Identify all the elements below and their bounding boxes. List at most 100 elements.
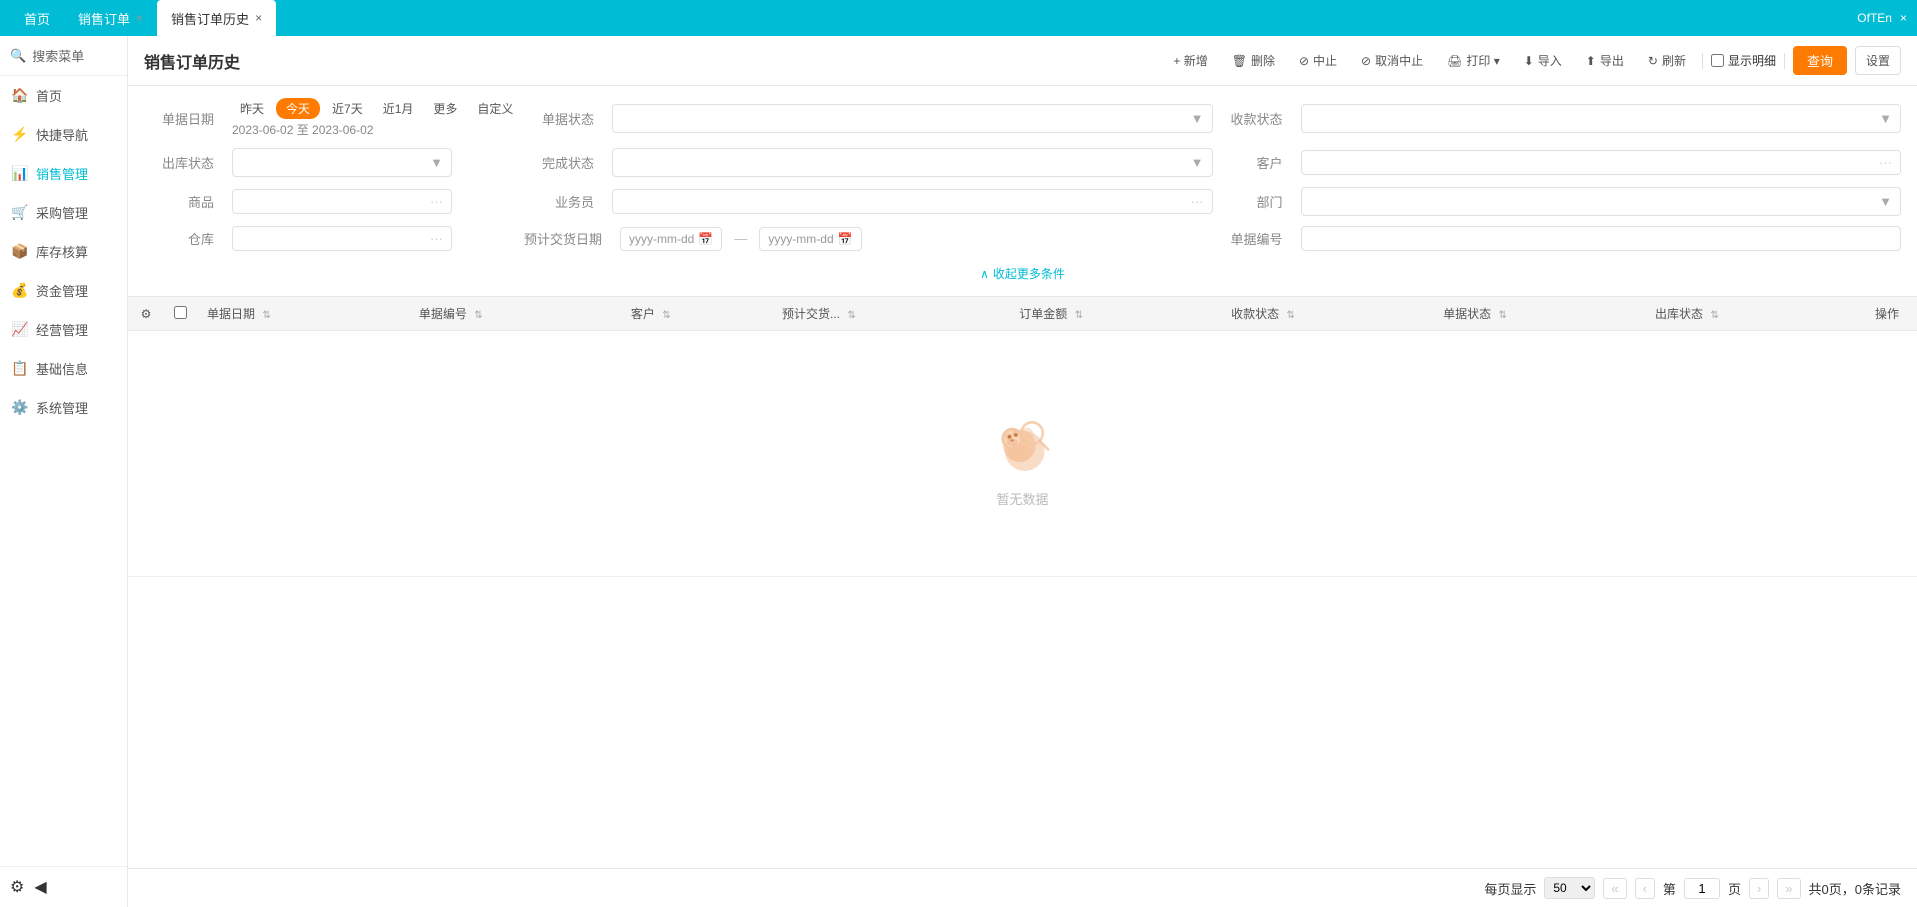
col-header-number[interactable]: 单据编号 ⇅ xyxy=(409,297,621,331)
sort-amount-icon: ⇅ xyxy=(1075,310,1083,321)
date-btn-1month[interactable]: 近1月 xyxy=(375,98,422,119)
close-tab-sales-order[interactable]: × xyxy=(136,11,143,25)
order-status-label: 单据状态 xyxy=(524,109,604,128)
table-settings-col[interactable]: ⚙ xyxy=(128,297,164,331)
expected-date-from-input[interactable]: yyyy-mm-dd 📅 xyxy=(620,227,722,251)
order-number-input[interactable] xyxy=(1301,226,1902,251)
settings-button[interactable]: 设置 xyxy=(1855,46,1901,75)
next-page-button[interactable]: › xyxy=(1749,878,1769,899)
collapse-filters-row[interactable]: ∧ 收起更多条件 xyxy=(144,261,1901,284)
export-button[interactable]: ⬆ 导出 xyxy=(1578,48,1632,73)
table-checkbox-col[interactable] xyxy=(164,297,197,331)
show-columns-checkbox[interactable] xyxy=(1711,54,1724,67)
expected-date-filter-label: 预计交货日期 xyxy=(524,229,612,248)
purchase-icon: 🛒 xyxy=(12,205,28,221)
delete-button[interactable]: 🗑 删除 xyxy=(1224,48,1283,73)
col-header-expected-date[interactable]: 预计交货... ⇅ xyxy=(772,297,1009,331)
filter-order-status-cell: 单据状态 ▼ xyxy=(524,104,1213,133)
query-button[interactable]: 查询 xyxy=(1793,46,1847,75)
completion-status-select[interactable]: ▼ xyxy=(612,148,1213,177)
order-status-select[interactable]: ▼ xyxy=(612,104,1213,133)
stop-icon: ⊘ xyxy=(1299,54,1309,68)
sidebar-item-purchase[interactable]: 🛒 采购管理 xyxy=(0,193,127,232)
print-button[interactable]: 🖨 打印 ▾ xyxy=(1439,48,1508,73)
filter-customer-cell: 客户 ··· xyxy=(1213,150,1902,175)
payment-status-arrow: ▼ xyxy=(1879,111,1892,126)
toolbar-divider2 xyxy=(1784,53,1785,69)
sidebar-collapse-icon[interactable]: ◀ xyxy=(34,877,46,897)
content-area: 销售订单历史 + 新增 🗑 删除 ⊘ 中止 ⊘ 取消中止 🖨 xyxy=(128,36,1917,907)
tab-sales-order[interactable]: 销售订单 × xyxy=(64,0,157,36)
sidebar-item-finance[interactable]: 💰 资金管理 xyxy=(0,271,127,310)
last-page-button[interactable]: » xyxy=(1777,878,1800,899)
sidebar-settings-icon[interactable]: ⚙ xyxy=(10,877,24,897)
sales-icon: 📊 xyxy=(12,166,28,182)
import-icon: ⬇ xyxy=(1524,54,1534,68)
first-page-button[interactable]: « xyxy=(1603,878,1626,899)
warehouse-filter-label: 仓库 xyxy=(144,229,224,248)
product-filter-input[interactable]: ··· xyxy=(232,189,452,214)
date-btn-7days[interactable]: 近7天 xyxy=(324,98,371,119)
payment-status-select[interactable]: ▼ xyxy=(1301,104,1902,133)
top-bar-right: OfTEn × xyxy=(1857,11,1907,25)
stop-button[interactable]: ⊘ 中止 xyxy=(1291,48,1345,73)
tab-home[interactable]: 首页 xyxy=(10,0,64,36)
filter-row-4: 仓库 ··· 预计交货日期 yyyy-mm-dd 📅 — yyyy-mm-dd xyxy=(144,226,1901,251)
finance-icon: 💰 xyxy=(12,283,28,299)
window-close-button[interactable]: × xyxy=(1900,11,1907,25)
sales-rep-filter-input[interactable]: ··· xyxy=(612,189,1213,214)
completion-status-label: 完成状态 xyxy=(524,153,604,172)
prev-page-button[interactable]: ‹ xyxy=(1635,878,1655,899)
sidebar-item-system[interactable]: ⚙️ 系统管理 xyxy=(0,388,127,427)
cancel-stop-button[interactable]: ⊘ 取消中止 xyxy=(1353,48,1431,73)
close-tab-sales-order-history[interactable]: × xyxy=(255,11,262,25)
quick-nav-icon: ⚡ xyxy=(12,127,28,143)
new-button[interactable]: + 新增 xyxy=(1165,48,1215,73)
per-page-label: 每页显示 xyxy=(1484,879,1536,898)
page-number-input[interactable] xyxy=(1684,878,1720,899)
toolbar: + 新增 🗑 删除 ⊘ 中止 ⊘ 取消中止 🖨 打印 ▾ xyxy=(1165,46,1901,75)
refresh-button[interactable]: ↻ 刷新 xyxy=(1640,48,1694,73)
date-btn-yesterday[interactable]: 昨天 xyxy=(232,98,272,119)
empty-illustration xyxy=(978,399,1068,489)
system-icon: ⚙️ xyxy=(12,400,28,416)
calendar-icon-from: 📅 xyxy=(698,232,713,246)
sidebar-item-basic-info[interactable]: 📋 基础信息 xyxy=(0,349,127,388)
date-btn-today[interactable]: 今天 xyxy=(276,98,320,119)
date-btn-custom[interactable]: 自定义 xyxy=(469,98,521,119)
outbound-status-arrow: ▼ xyxy=(430,155,443,170)
warehouse-filter-input[interactable]: ··· xyxy=(232,226,452,251)
tab-sales-order-history[interactable]: 销售订单历史 × xyxy=(157,0,276,36)
date-btn-more[interactable]: 更多 xyxy=(425,98,465,119)
sidebar-item-inventory[interactable]: 📦 库存核算 xyxy=(0,232,127,271)
search-icon: 🔍 xyxy=(10,48,26,64)
col-header-customer[interactable]: 客户 ⇅ xyxy=(621,297,772,331)
sidebar-item-sales[interactable]: 📊 销售管理 xyxy=(0,154,127,193)
outbound-status-select[interactable]: ▼ xyxy=(232,148,452,177)
filter-row-2: 出库状态 ▼ 完成状态 ▼ 客户 xyxy=(144,148,1901,177)
import-button[interactable]: ⬇ 导入 xyxy=(1516,48,1570,73)
sidebar-item-quick-nav[interactable]: ⚡ 快捷导航 xyxy=(0,115,127,154)
sidebar-item-operation[interactable]: 📈 经营管理 xyxy=(0,310,127,349)
col-header-outbound-status[interactable]: 出库状态 ⇅ xyxy=(1645,297,1857,331)
select-all-checkbox[interactable] xyxy=(174,306,187,319)
date-filter-label: 单据日期 xyxy=(144,109,224,128)
order-number-filter-label: 单据编号 xyxy=(1213,229,1293,248)
per-page-select[interactable]: 50 10 20 100 xyxy=(1544,877,1595,899)
sidebar-item-home[interactable]: 🏠 首页 xyxy=(0,76,127,115)
col-header-date[interactable]: 单据日期 ⇅ xyxy=(197,297,409,331)
show-columns-checkbox-label[interactable]: 显示明细 xyxy=(1711,52,1776,69)
filter-row-1: 单据日期 昨天 今天 近7天 近1月 更多 自定义 2023-06-02 至 2… xyxy=(144,98,1901,138)
customer-filter-input[interactable]: ··· xyxy=(1301,150,1902,175)
expected-date-to-input[interactable]: yyyy-mm-dd 📅 xyxy=(759,227,861,251)
col-header-order-status[interactable]: 单据状态 ⇅ xyxy=(1433,297,1645,331)
filter-sales-rep-cell: 业务员 ··· xyxy=(524,189,1213,214)
page-header: 销售订单历史 + 新增 🗑 删除 ⊘ 中止 ⊘ 取消中止 🖨 xyxy=(128,36,1917,86)
col-header-payment-status[interactable]: 收款状态 ⇅ xyxy=(1221,297,1433,331)
refresh-icon: ↻ xyxy=(1648,54,1658,68)
table-area: ⚙ 单据日期 ⇅ 单据编号 ⇅ xyxy=(128,297,1917,868)
sort-payment-status-icon: ⇅ xyxy=(1287,310,1295,321)
department-select[interactable]: ▼ xyxy=(1301,187,1902,216)
sidebar-search[interactable]: 🔍 搜索菜单 xyxy=(0,36,127,76)
col-header-amount[interactable]: 订单金额 ⇅ xyxy=(1009,297,1221,331)
